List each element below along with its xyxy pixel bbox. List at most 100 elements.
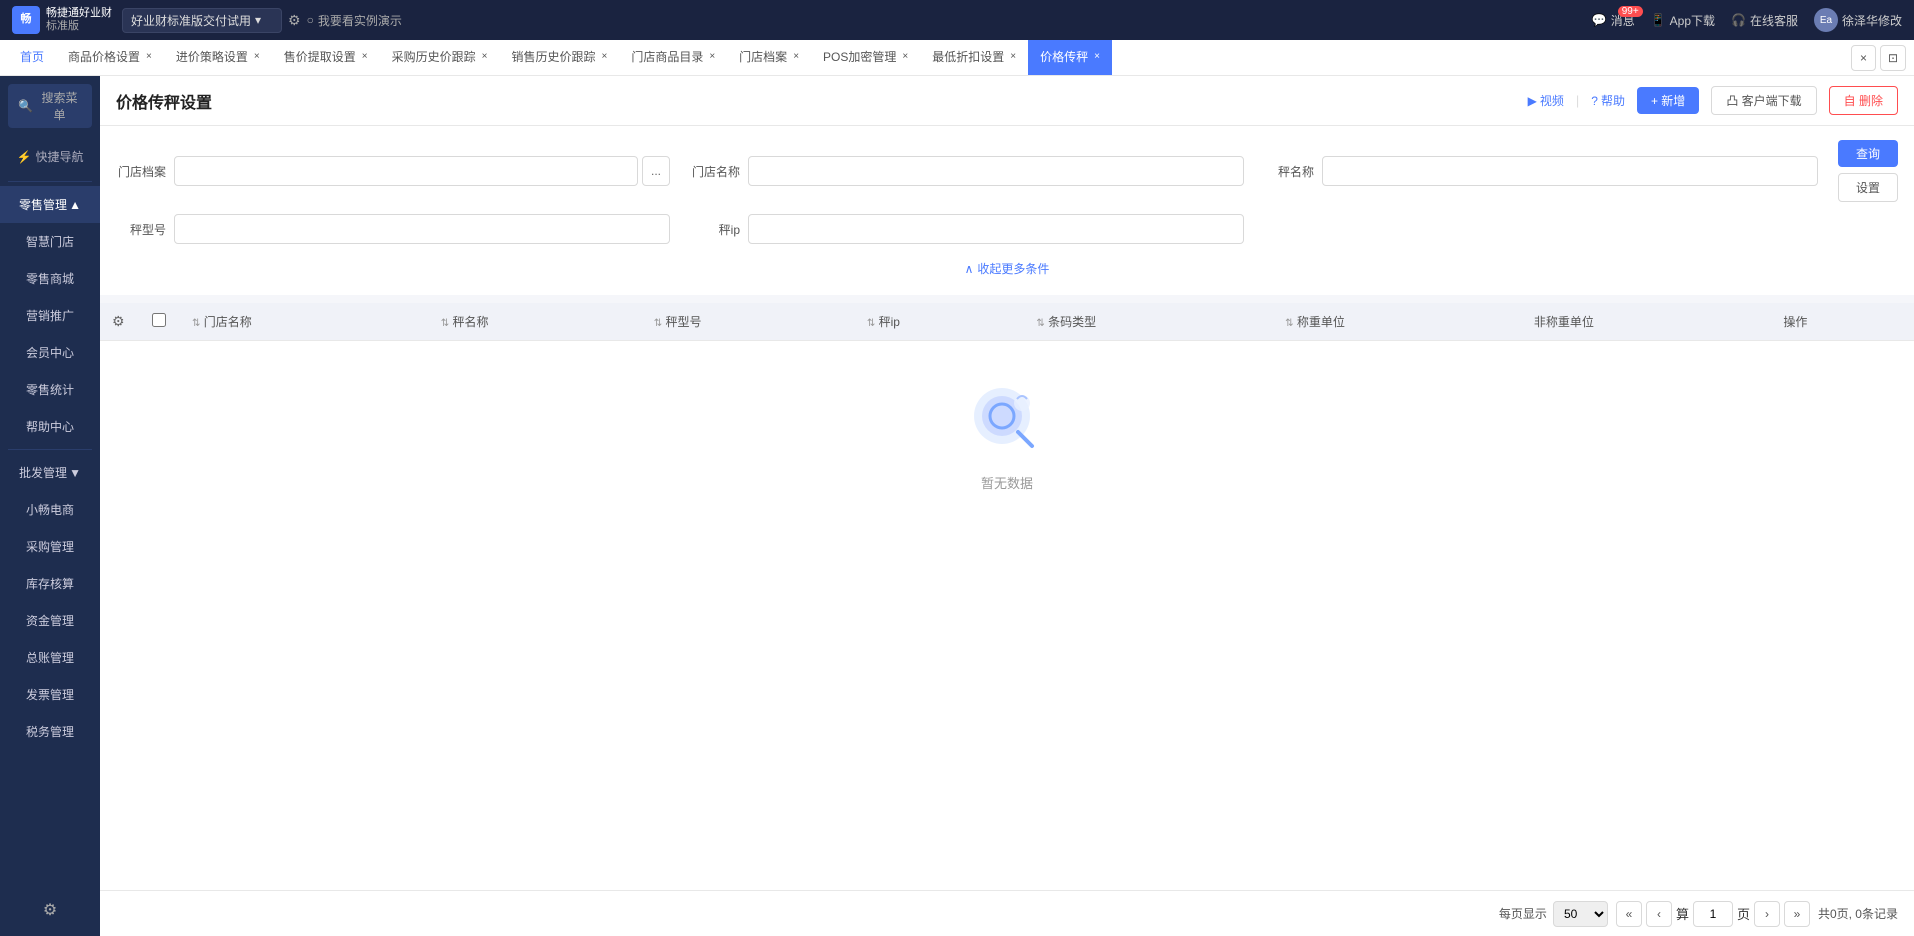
online-service-button[interactable]: 🎧 在线客服	[1731, 12, 1798, 29]
tab-sale-history[interactable]: 销售历史价跟踪 ×	[499, 40, 619, 76]
sidebar-item-member-center[interactable]: 会员中心	[0, 334, 100, 371]
settings-config-button[interactable]: 设置	[1838, 173, 1898, 202]
module-selector[interactable]: 好业财标准版交付试用 ▾	[122, 8, 282, 33]
tab-pos-manage[interactable]: POS加密管理 ×	[811, 40, 920, 76]
sidebar-item-retail-manage[interactable]: 零售管理 ▲	[0, 186, 100, 223]
tab-close-price-setting[interactable]: ×	[146, 51, 152, 62]
sort-scale-model-icon[interactable]: ⇅	[654, 318, 662, 329]
table-settings-icon[interactable]: ⚙	[112, 313, 125, 329]
user-menu[interactable]: Ea 徐泽华修改	[1814, 8, 1902, 32]
quick-nav: ⚡ 快捷导航	[0, 136, 100, 177]
sort-scale-ip-icon[interactable]: ⇅	[867, 318, 875, 329]
sidebar-item-general-ledger[interactable]: 总账管理	[0, 639, 100, 676]
tab-purchase-strategy[interactable]: 进价策略设置 ×	[164, 40, 272, 76]
scale-model-input[interactable]	[174, 214, 670, 244]
sort-weight-unit-icon[interactable]: ⇅	[1285, 318, 1293, 329]
sidebar-item-retail-mall[interactable]: 零售商城	[0, 260, 100, 297]
scale-model-label: 秤型号	[116, 221, 166, 238]
sort-barcode-type-icon[interactable]: ⇅	[1036, 318, 1044, 329]
sidebar-item-tax[interactable]: 税务管理	[0, 713, 100, 750]
app-icon: 📱	[1651, 13, 1666, 27]
last-page-button[interactable]: »	[1784, 901, 1810, 927]
tab-close-store-catalog[interactable]: ×	[709, 51, 715, 62]
tab-close-purchase-strategy[interactable]: ×	[254, 51, 260, 62]
sidebar-item-ecommerce[interactable]: 小畅电商	[0, 491, 100, 528]
tab-close-min-discount[interactable]: ×	[1010, 51, 1016, 62]
table-header-row: ⚙ ⇅ 门店名称 ⇅ 秤名称	[100, 303, 1914, 341]
header-divider: |	[1576, 93, 1579, 108]
tab-close-all[interactable]: ×	[1851, 45, 1876, 71]
tab-close-pos-manage[interactable]: ×	[902, 51, 908, 62]
query-button[interactable]: 查询	[1838, 140, 1898, 167]
scale-name-label: 秤名称	[1264, 163, 1314, 180]
prev-page-button[interactable]: ‹	[1646, 901, 1672, 927]
tab-price-scale[interactable]: 价格传秤 ×	[1028, 40, 1112, 76]
tab-close-sale-price[interactable]: ×	[362, 51, 368, 62]
pagination: 每页显示 10 20 50 100 « ‹ 算	[100, 890, 1914, 936]
service-icon: 🎧	[1731, 13, 1746, 27]
tab-store-catalog[interactable]: 门店商品目录 ×	[619, 40, 727, 76]
tab-store-archive[interactable]: 门店档案 ×	[727, 40, 811, 76]
tab-sale-price[interactable]: 售价提取设置 ×	[272, 40, 380, 76]
page-input[interactable]	[1693, 901, 1733, 927]
tab-min-discount[interactable]: 最低折扣设置 ×	[920, 40, 1028, 76]
collapse-button[interactable]: ∧ 收起更多条件	[953, 256, 1062, 281]
store-name-input[interactable]	[748, 156, 1244, 186]
column-barcode-type: ⇅ 条码类型	[1024, 303, 1273, 341]
scale-name-input[interactable]	[1322, 156, 1818, 186]
message-button[interactable]: 💬 消息 99+	[1592, 12, 1635, 29]
tab-home[interactable]: 首页	[8, 40, 56, 76]
sidebar-item-wholesale-manage[interactable]: 批发管理 ▼	[0, 454, 100, 491]
download-button[interactable]: 凸 客户端下载	[1711, 86, 1816, 115]
demo-link[interactable]: ○ 我要看实例演示	[307, 12, 402, 29]
delete-button[interactable]: 自 删除	[1829, 86, 1898, 115]
sidebar-item-marketing[interactable]: 营销推广	[0, 297, 100, 334]
sidebar-item-invoice[interactable]: 发票管理	[0, 676, 100, 713]
sidebar-item-help-center[interactable]: 帮助中心	[0, 408, 100, 445]
store-archive-label: 门店档案	[116, 163, 166, 180]
column-checkbox	[140, 303, 180, 341]
last-icon: »	[1794, 907, 1801, 921]
demo-icon: ○	[307, 13, 314, 27]
tab-purchase-history[interactable]: 采购历史价跟踪 ×	[380, 40, 500, 76]
sidebar-item-retail-stats[interactable]: 零售统计	[0, 371, 100, 408]
add-button[interactable]: + 新增	[1637, 87, 1699, 114]
video-link[interactable]: ▶ 视频	[1528, 92, 1564, 109]
tab-close-sale-history[interactable]: ×	[601, 51, 607, 62]
top-bar: 畅 畅捷通好业财 标准版 好业财标准版交付试用 ▾ ⚙ ○ 我要看实例演示 💬 …	[0, 0, 1914, 40]
first-page-button[interactable]: «	[1616, 901, 1642, 927]
tab-close-store-archive[interactable]: ×	[793, 51, 799, 62]
column-settings: ⚙	[100, 303, 140, 341]
content-area: 价格传秤设置 ▶ 视频 | ? 帮助 + 新增 凸 客户端下载 自	[100, 76, 1914, 936]
sidebar-item-quicknav[interactable]: ⚡ 快捷导航	[0, 140, 100, 173]
store-archive-input[interactable]	[174, 156, 638, 186]
help-link[interactable]: ? 帮助	[1591, 92, 1625, 109]
sort-store-name-icon[interactable]: ⇅	[192, 318, 200, 329]
sidebar-item-inventory[interactable]: 库存核算	[0, 565, 100, 602]
sidebar-item-smart-store[interactable]: 智慧门店	[0, 223, 100, 260]
page-title: 价格传秤设置	[116, 89, 212, 113]
form-row-1: 门店档案 ... 门店名称 秤名称 查询	[116, 140, 1898, 202]
module-settings-icon[interactable]: ⚙	[288, 12, 301, 29]
avatar: Ea	[1814, 8, 1838, 32]
store-archive-ellipsis-button[interactable]: ...	[642, 156, 670, 186]
sort-scale-name-icon[interactable]: ⇅	[441, 318, 449, 329]
tab-expand[interactable]: ⊡	[1880, 45, 1906, 71]
sidebar-item-purchase-manage[interactable]: 采购管理	[0, 528, 100, 565]
next-page-button[interactable]: ›	[1754, 901, 1780, 927]
per-page-select[interactable]: 10 20 50 100	[1553, 901, 1608, 927]
tab-price-setting[interactable]: 商品价格设置 ×	[56, 40, 164, 76]
select-all-checkbox[interactable]	[152, 313, 166, 327]
search-menu-button[interactable]: 🔍 搜索菜单	[8, 84, 92, 128]
app-download-button[interactable]: 📱 App下载	[1651, 12, 1715, 29]
prev-icon: ‹	[1657, 907, 1661, 921]
sidebar-item-finance[interactable]: 资金管理	[0, 602, 100, 639]
page-unit: 页	[1737, 904, 1750, 923]
sidebar-settings-button[interactable]: ⚙	[8, 892, 92, 928]
pagination-per-page: 每页显示 10 20 50 100	[1499, 901, 1608, 927]
tab-close-price-scale[interactable]: ×	[1094, 51, 1100, 62]
column-scale-model: ⇅ 秤型号	[642, 303, 855, 341]
tab-close-purchase-history[interactable]: ×	[482, 51, 488, 62]
store-name-label: 门店名称	[690, 163, 740, 180]
scale-ip-input[interactable]	[748, 214, 1244, 244]
